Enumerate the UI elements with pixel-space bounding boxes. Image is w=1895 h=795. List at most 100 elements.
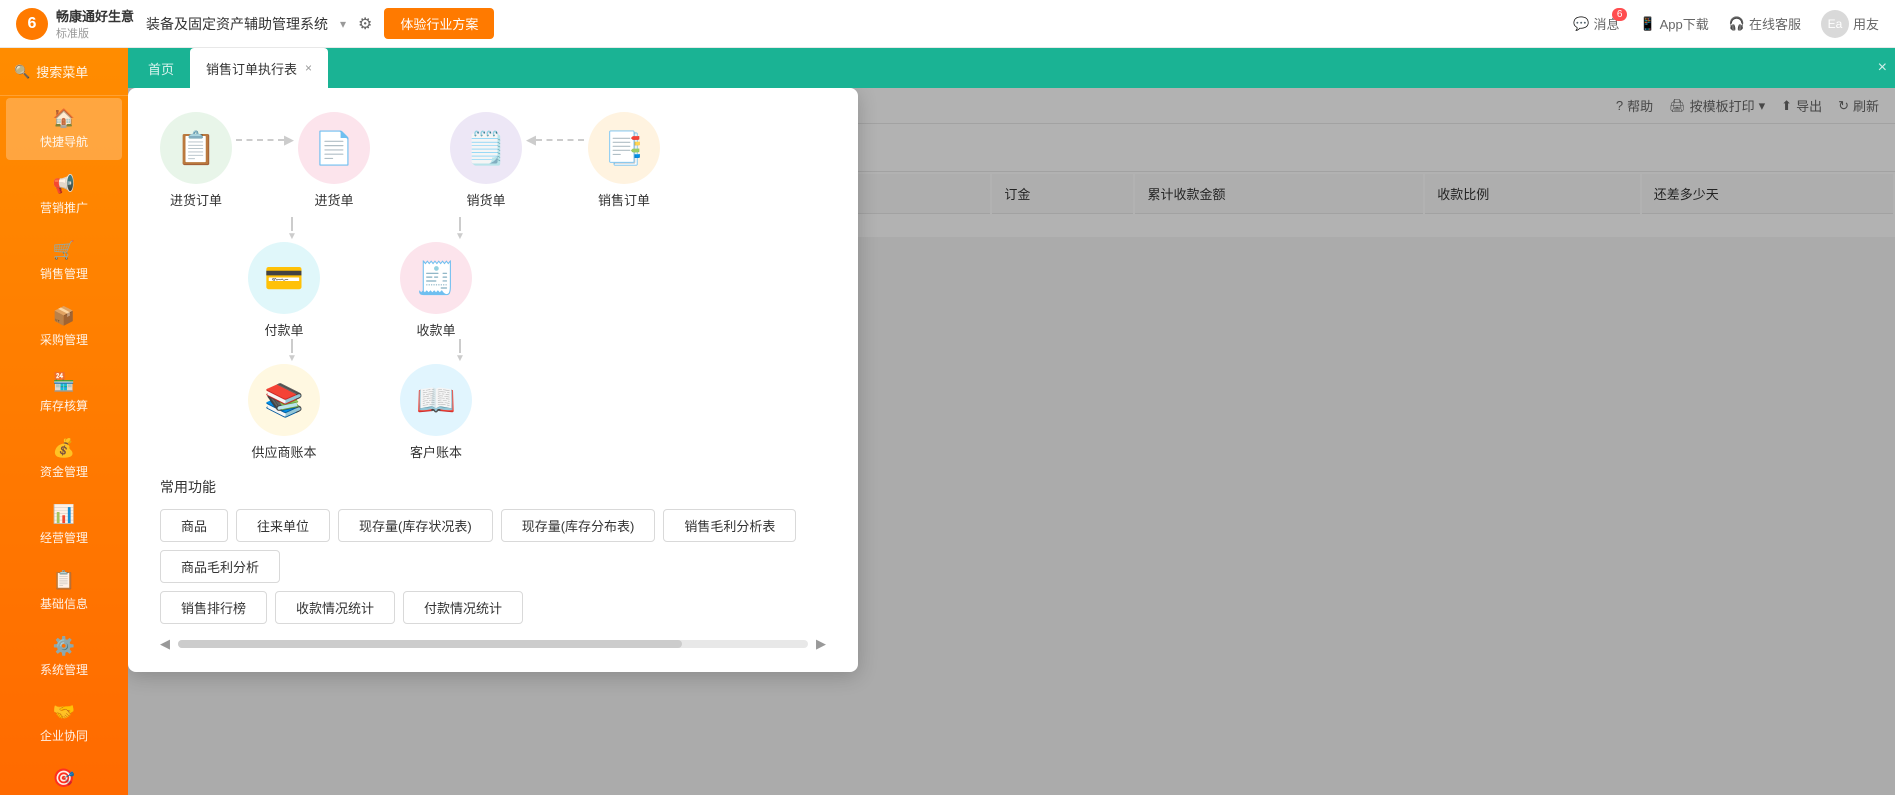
tab-home[interactable]: 首页: [132, 48, 190, 88]
app-download-btn[interactable]: 📱 App下载: [1639, 14, 1708, 33]
sidebar-search: 🔍 搜索菜单: [0, 48, 128, 96]
newbie-icon: 🎯: [53, 768, 75, 789]
func-btn-sales-ranking[interactable]: 销售排行榜: [160, 591, 267, 624]
customer-ledger-icon: 📖: [400, 364, 472, 436]
sidebar-item-label: 快捷导航: [40, 133, 88, 150]
scroll-bar: ◀ ▶: [160, 636, 826, 652]
logo-name: 畅康通好生意: [56, 6, 134, 25]
sidebar-item-enterprise[interactable]: 🤝 企业协同: [6, 692, 122, 754]
func-btn-counterpart[interactable]: 往来单位: [236, 509, 330, 542]
sidebar-item-label: 系统管理: [40, 661, 88, 678]
user-label: 用友: [1853, 14, 1879, 33]
online-service-btn[interactable]: 🎧 在线客服: [1729, 14, 1801, 33]
sidebar-item-system[interactable]: ⚙️ 系统管理: [6, 626, 122, 688]
func-grid: 商品 往来单位 现存量(库存状况表) 现存量(库存分布表) 销售毛利分析表 商品…: [160, 509, 826, 583]
func-btn-payment-stats[interactable]: 付款情况统计: [403, 591, 523, 624]
purchase-bill-label: 进货单: [314, 190, 353, 209]
sidebar-item-inventory[interactable]: 🏪 库存核算: [6, 362, 122, 424]
flow-row-3: 📚 供应商账本 📖 客户账本: [160, 364, 826, 461]
sidebar-item-operations[interactable]: 📊 经营管理: [6, 494, 122, 556]
app-download-label: App下载: [1660, 14, 1709, 33]
message-icon: 💬: [1573, 16, 1589, 32]
popup-overlay[interactable]: 📋 进货订单 ▶ 📄 进货单: [128, 88, 1895, 795]
flow-unit-receipt[interactable]: 🧾 收款单: [400, 242, 472, 339]
func-btn-receipt-stats[interactable]: 收款情况统计: [275, 591, 395, 624]
service-icon: 🎧: [1729, 16, 1745, 32]
online-service-label: 在线客服: [1749, 14, 1801, 33]
func-btn-sales-profit[interactable]: 销售毛利分析表: [663, 509, 796, 542]
sidebar-item-quick-nav[interactable]: 🏠 快捷导航: [6, 98, 122, 160]
download-icon: 📱: [1639, 16, 1655, 32]
scroll-track[interactable]: [178, 640, 808, 648]
flow-unit-customer-ledger[interactable]: 📖 客户账本: [400, 364, 472, 461]
inventory-icon: 🏪: [53, 372, 75, 393]
customer-ledger-label: 客户账本: [410, 442, 462, 461]
experience-btn[interactable]: 体验行业方案: [384, 8, 494, 39]
sidebar-item-marketing[interactable]: 📢 营销推广: [6, 164, 122, 226]
arrow-purchase-order-to-purchase: ▶: [236, 132, 294, 148]
receipt-icon: 🧾: [400, 242, 472, 314]
page-content: ? 帮助 🖨 按模板打印 ▾ ⬆ 导出 ↻ 刷新: [128, 88, 1895, 795]
sidebar-item-newbie[interactable]: 🎯 新手引导: [6, 758, 122, 795]
payment-icon: 💳: [248, 242, 320, 314]
flow-unit-purchase-order[interactable]: 📋 进货订单: [160, 112, 232, 209]
flow-arrows-down-row2: ▼ ▼: [160, 339, 826, 364]
tab-close-icon[interactable]: ×: [305, 61, 312, 75]
sidebar-item-basic-info[interactable]: 📋 基础信息: [6, 560, 122, 622]
sidebar-item-sales[interactable]: 🛒 销售管理: [6, 230, 122, 292]
scroll-left-icon[interactable]: ◀: [160, 636, 170, 652]
sidebar-item-label: 采购管理: [40, 331, 88, 348]
sidebar-item-finance[interactable]: 💰 资金管理: [6, 428, 122, 490]
system-icon: ⚙️: [53, 636, 75, 657]
logo-sub: 标准版: [56, 25, 134, 41]
func-btn-stock-status[interactable]: 现存量(库存状况表): [338, 509, 493, 542]
enterprise-icon: 🤝: [53, 702, 75, 723]
purchase-order-icon: 📋: [160, 112, 232, 184]
flow-unit-sales-order[interactable]: 📑 销售订单: [588, 112, 660, 209]
flow-unit-supplier-ledger[interactable]: 📚 供应商账本: [248, 364, 320, 461]
sidebar-item-label: 企业协同: [40, 727, 88, 744]
system-dropdown-icon[interactable]: ▾: [340, 17, 346, 31]
func-grid-2: 销售排行榜 收款情况统计 付款情况统计: [160, 591, 826, 624]
user-menu-btn[interactable]: Ea 用友: [1821, 10, 1879, 38]
main-layout: 🔍 搜索菜单 🏠 快捷导航 📢 营销推广 🛒 销售管理 📦 采购管理: [0, 48, 1895, 795]
tab-bar-close-icon[interactable]: ×: [1878, 59, 1887, 77]
search-menu-btn[interactable]: 🔍 搜索菜单: [8, 58, 120, 85]
finance-icon: 💰: [53, 438, 75, 459]
flow-unit-purchase-bill[interactable]: 📄 进货单: [298, 112, 370, 209]
sidebar: 🔍 搜索菜单 🏠 快捷导航 📢 营销推广 🛒 销售管理 📦 采购管理: [0, 48, 128, 795]
func-btn-stock-dist[interactable]: 现存量(库存分布表): [501, 509, 656, 542]
func-btn-product-profit[interactable]: 商品毛利分析: [160, 550, 280, 583]
sales-bill-icon: 🗒️: [450, 112, 522, 184]
popup-card: 📋 进货订单 ▶ 📄 进货单: [128, 88, 858, 672]
tab-bar: 首页 销售订单执行表 × ×: [128, 48, 1895, 88]
sales-order-icon: 📑: [588, 112, 660, 184]
flow-unit-sales-bill[interactable]: 🗒️ 销货单: [450, 112, 522, 209]
flow-row-2: 💳 付款单 🧾 收款单: [160, 242, 826, 339]
func-btn-product[interactable]: 商品: [160, 509, 228, 542]
basic-info-icon: 📋: [53, 570, 75, 591]
payment-label: 付款单: [264, 320, 303, 339]
sales-bill-label: 销货单: [466, 190, 505, 209]
purchase-icon: 📦: [53, 306, 75, 327]
purchase-order-label: 进货订单: [170, 190, 222, 209]
purchase-bill-icon: 📄: [298, 112, 370, 184]
sidebar-item-label: 库存核算: [40, 397, 88, 414]
message-btn[interactable]: 💬 消息 6: [1573, 14, 1619, 33]
top-bar-right: 💬 消息 6 📱 App下载 🎧 在线客服 Ea 用友: [1573, 10, 1879, 38]
scroll-right-icon[interactable]: ▶: [816, 636, 826, 652]
top-bar: 6 畅康通好生意 标准版 装备及固定资产辅助管理系统 ▾ ⚙ 体验行业方案 💬 …: [0, 0, 1895, 48]
flow-unit-payment[interactable]: 💳 付款单: [248, 242, 320, 339]
tab-home-label: 首页: [148, 59, 174, 78]
sidebar-item-label: 资金管理: [40, 463, 88, 480]
flow-arrows-down-row1: ▼ ▼: [160, 217, 826, 242]
tab-sales-order[interactable]: 销售订单执行表 ×: [190, 48, 328, 88]
marketing-icon: 📢: [53, 174, 75, 195]
sidebar-item-purchase[interactable]: 📦 采购管理: [6, 296, 122, 358]
flow-row-1: 📋 进货订单 ▶ 📄 进货单: [160, 112, 826, 209]
operations-icon: 📊: [53, 504, 75, 525]
tab-sales-order-label: 销售订单执行表: [206, 59, 297, 78]
settings-icon[interactable]: ⚙: [358, 14, 372, 34]
home-icon: 🏠: [53, 108, 75, 129]
arrow-sales-order-to-sales-bill: ◀: [526, 132, 584, 148]
